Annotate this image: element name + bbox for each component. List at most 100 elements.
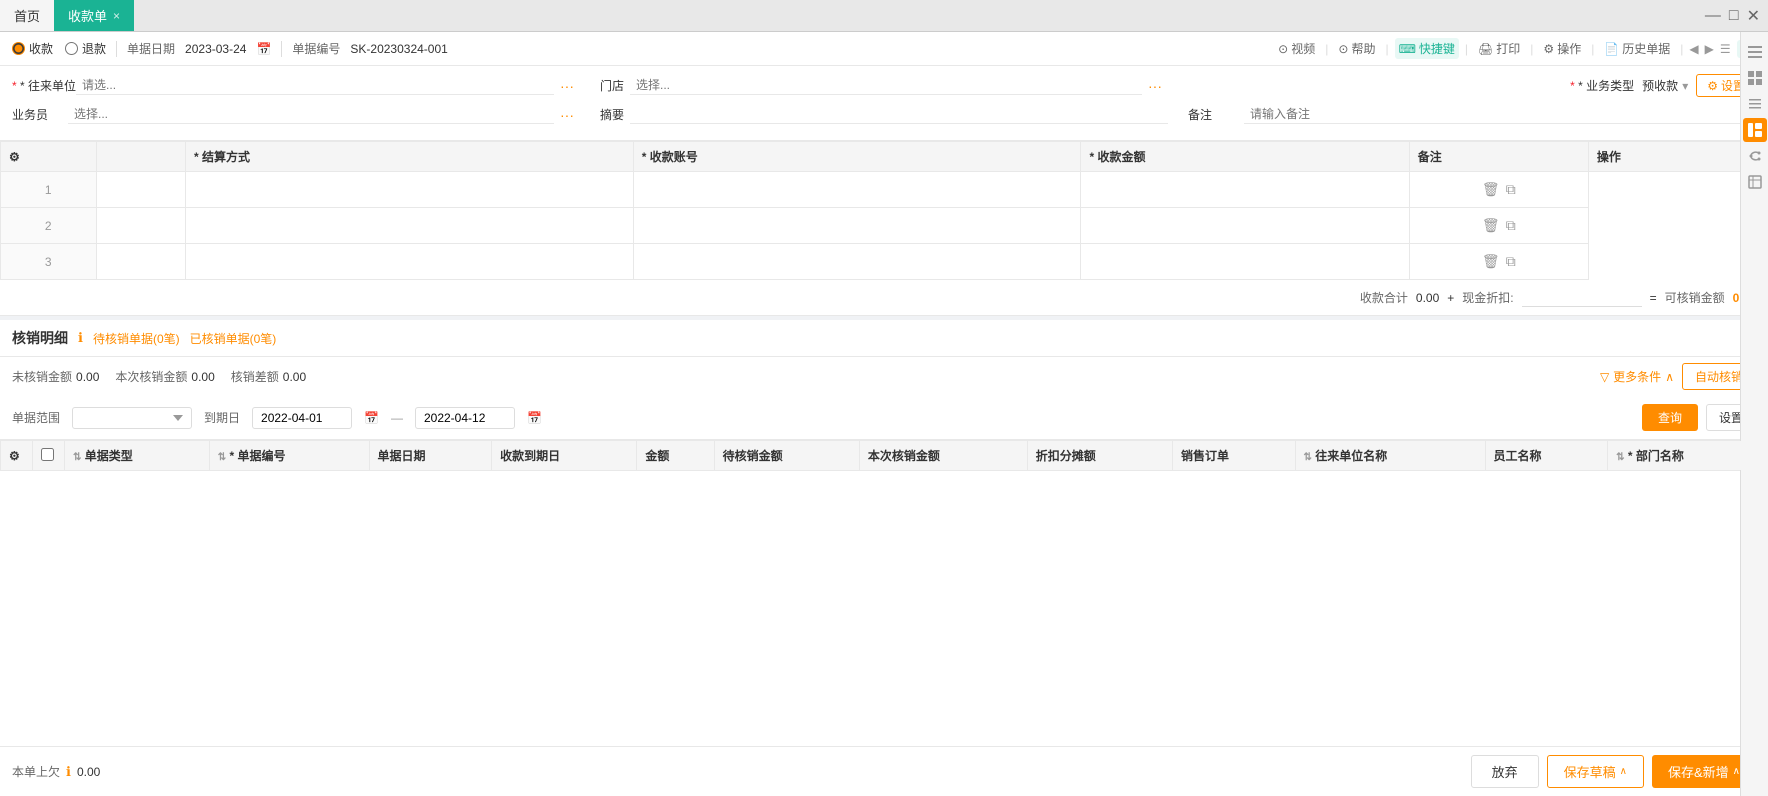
radio-refund[interactable]: 退款 bbox=[65, 40, 106, 57]
list-view-icon[interactable]: ☰ bbox=[1720, 42, 1731, 56]
row-3-account-input[interactable] bbox=[186, 244, 633, 279]
footer-info-label: 本单上欠 bbox=[12, 763, 60, 780]
current-stat: 本次核销金额 0.00 bbox=[115, 368, 214, 385]
maximize-icon[interactable]: □ bbox=[1729, 7, 1739, 25]
discount-input[interactable] bbox=[1522, 288, 1642, 307]
row-3-amount-input[interactable] bbox=[634, 244, 1081, 279]
row-1-delete-icon[interactable]: 🗑 bbox=[1482, 181, 1500, 198]
date-value: 2023-03-24 bbox=[185, 42, 246, 56]
row-3-remark-input[interactable] bbox=[1081, 244, 1408, 279]
row-3-payment-input[interactable] bbox=[97, 244, 186, 279]
row-1-amount-input[interactable] bbox=[634, 172, 1081, 207]
row-2-account[interactable] bbox=[186, 208, 634, 244]
select-all-checkbox[interactable] bbox=[41, 448, 54, 461]
staff-input[interactable] bbox=[68, 105, 554, 124]
staff-label: 业务员 bbox=[12, 106, 68, 123]
date-from-input[interactable] bbox=[252, 407, 352, 429]
close-icon[interactable]: ✕ bbox=[1747, 6, 1760, 26]
row-1-remark-input[interactable] bbox=[1081, 172, 1408, 207]
nav-next-icon[interactable]: ▶ bbox=[1705, 42, 1714, 56]
tab-home[interactable]: 首页 bbox=[0, 0, 54, 31]
query-button[interactable]: 查询 bbox=[1642, 404, 1698, 431]
calendar-icon[interactable]: 📅 bbox=[256, 42, 271, 56]
sidebar-icon-5[interactable] bbox=[1743, 144, 1767, 168]
remark-input[interactable] bbox=[1244, 105, 1756, 124]
row-1-payment[interactable] bbox=[96, 172, 186, 208]
calendar-from-icon[interactable]: 📅 bbox=[364, 411, 379, 425]
staff-more-btn[interactable]: ··· bbox=[554, 107, 580, 123]
history-btn[interactable]: 📄 历史单据 bbox=[1600, 38, 1674, 59]
shortcut-btn[interactable]: ⌨ 快捷键 bbox=[1395, 38, 1459, 59]
row-1-amount[interactable] bbox=[633, 172, 1081, 208]
pending-tab-link[interactable]: 待核销单据(0笔) bbox=[93, 330, 180, 347]
minimize-icon[interactable]: — bbox=[1705, 7, 1721, 25]
sidebar-icon-1[interactable] bbox=[1743, 40, 1767, 64]
receipt-type-group: 收款 退款 bbox=[12, 40, 106, 57]
store-input[interactable] bbox=[630, 76, 1142, 95]
row-1-remark[interactable] bbox=[1081, 172, 1409, 208]
date-to-input[interactable] bbox=[415, 407, 515, 429]
row-1-num: 1 bbox=[1, 172, 97, 208]
help-btn[interactable]: ⊙ 帮助 bbox=[1334, 38, 1379, 59]
sidebar-icon-4[interactable] bbox=[1743, 118, 1767, 142]
row-2-account-input[interactable] bbox=[186, 208, 633, 243]
remark-header: 备注 bbox=[1409, 142, 1588, 172]
sidebar-icon-2[interactable] bbox=[1743, 66, 1767, 90]
radio-receipt[interactable]: 收款 bbox=[12, 40, 53, 57]
row-1-copy-icon[interactable]: ⧉ bbox=[1506, 181, 1516, 198]
operation-btn[interactable]: ⚙ 操作 bbox=[1539, 38, 1585, 59]
bt-gear-icon[interactable]: ⚙ bbox=[9, 449, 20, 463]
partner-more-btn[interactable]: ··· bbox=[554, 78, 580, 94]
partner-label: * 往来单位 bbox=[12, 77, 76, 94]
row-2-amount-input[interactable] bbox=[634, 208, 1081, 243]
verification-info-icon[interactable]: ℹ bbox=[78, 330, 83, 346]
row-2-amount[interactable] bbox=[633, 208, 1081, 244]
row-3-payment[interactable] bbox=[96, 244, 186, 280]
row-3-delete-icon[interactable]: 🗑 bbox=[1482, 253, 1500, 270]
nav-prev-icon[interactable]: ◀ bbox=[1689, 42, 1698, 56]
business-type-label: * 业务类型 bbox=[1570, 77, 1634, 94]
abandon-button[interactable]: 放弃 bbox=[1471, 755, 1539, 788]
video-btn[interactable]: ⊙ 视频 bbox=[1274, 38, 1319, 59]
tab-close-icon[interactable]: × bbox=[113, 9, 120, 23]
draft-button[interactable]: 保存草稿 ∧ bbox=[1547, 755, 1644, 788]
footer-info-icon[interactable]: ℹ bbox=[66, 764, 71, 780]
current-value: 0.00 bbox=[191, 370, 214, 384]
row-2-payment[interactable] bbox=[96, 208, 186, 244]
bt-checkbox-header[interactable] bbox=[33, 441, 65, 471]
row-3-account[interactable] bbox=[186, 244, 634, 280]
row-3-remark[interactable] bbox=[1081, 244, 1409, 280]
row-3-actions: 🗑 ⧉ bbox=[1409, 244, 1588, 280]
sidebar-icon-6[interactable] bbox=[1743, 170, 1767, 194]
row-1-payment-input[interactable] bbox=[97, 172, 186, 207]
diff-value: 0.00 bbox=[283, 370, 306, 384]
operation-icon: ⚙ bbox=[1543, 42, 1554, 56]
row-1-account-input[interactable] bbox=[186, 172, 633, 207]
gear-icon[interactable]: ⚙ bbox=[9, 150, 20, 164]
range-select[interactable] bbox=[72, 407, 192, 429]
done-tab-link[interactable]: 已核销单据(0笔) bbox=[190, 330, 277, 347]
row-1-account[interactable] bbox=[186, 172, 634, 208]
business-type-dropdown-icon[interactable]: ▾ bbox=[1682, 79, 1688, 93]
row-3-copy-icon[interactable]: ⧉ bbox=[1506, 253, 1516, 270]
row-2-remark-input[interactable] bbox=[1081, 208, 1408, 243]
more-conditions-btn[interactable]: ▽ 更多条件 ∧ bbox=[1600, 368, 1674, 385]
row-2-payment-input[interactable] bbox=[97, 208, 186, 243]
row-2-remark[interactable] bbox=[1081, 208, 1409, 244]
row-1-action-group: 🗑 ⧉ bbox=[1410, 181, 1588, 198]
tab-receipt[interactable]: 收款单 × bbox=[54, 0, 134, 31]
table-row: 2 🗑 ⧉ bbox=[1, 208, 1768, 244]
bt-gear-header[interactable]: ⚙ bbox=[1, 441, 33, 471]
table-gear-header[interactable]: ⚙ bbox=[1, 142, 97, 172]
row-2-copy-icon[interactable]: ⧉ bbox=[1506, 217, 1516, 234]
save-chevron-icon: ∧ bbox=[1733, 766, 1740, 777]
row-2-delete-icon[interactable]: 🗑 bbox=[1482, 217, 1500, 234]
summary-input[interactable] bbox=[630, 105, 1168, 124]
store-more-btn[interactable]: ··· bbox=[1142, 78, 1168, 94]
sidebar-icon-3[interactable] bbox=[1743, 92, 1767, 116]
calendar-to-icon[interactable]: 📅 bbox=[527, 411, 542, 425]
row-3-amount[interactable] bbox=[633, 244, 1081, 280]
history-icon: 📄 bbox=[1604, 42, 1619, 56]
partner-input[interactable] bbox=[76, 76, 554, 95]
print-btn[interactable]: 🖨 打印 bbox=[1474, 38, 1524, 59]
